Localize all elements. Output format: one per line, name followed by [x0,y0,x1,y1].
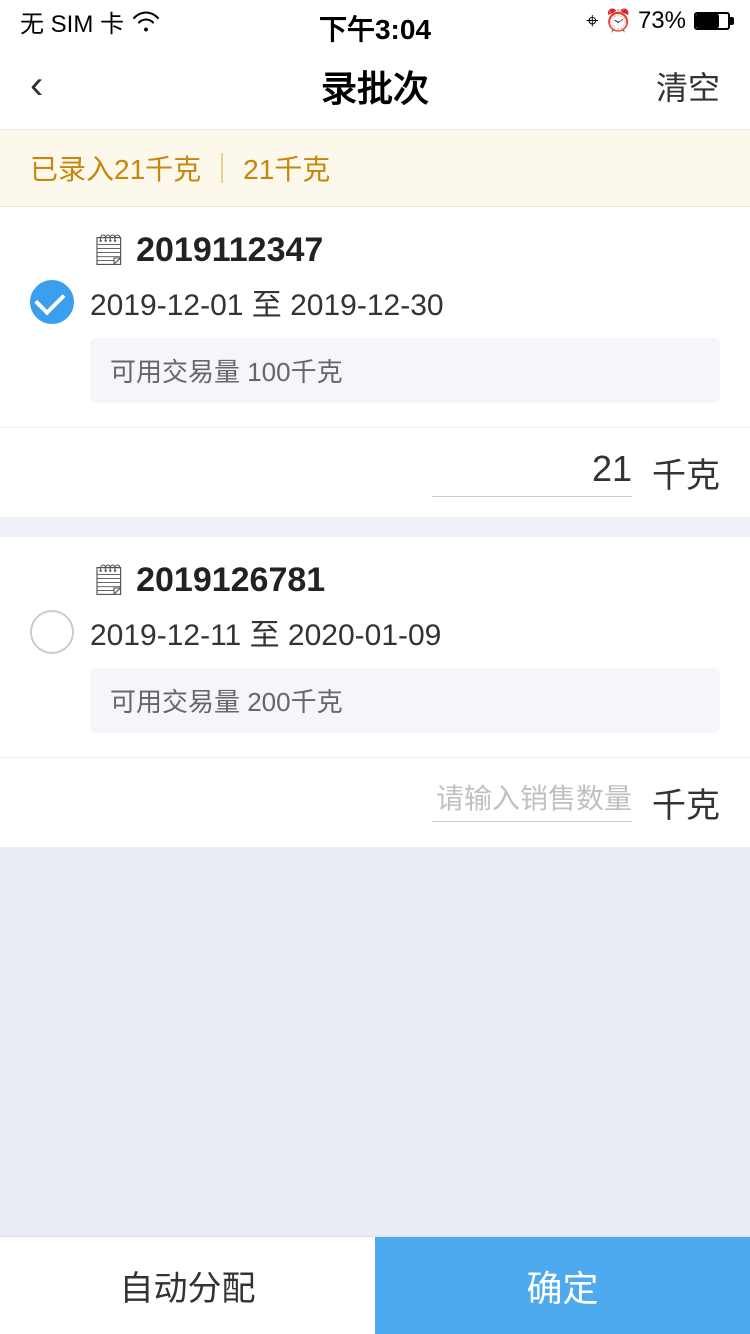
content-area: 已录入21千克 21千克 🗒 2019112347 2019-12-01 至 2… [0,130,750,1267]
batch-card-1: 🗒 2019112347 2019-12-01 至 2019-12-30 可用交… [0,207,750,517]
auto-distribute-button[interactable]: 自动分配 [0,1237,375,1334]
batch-2-unit: 千克 [652,778,720,827]
confirm-label: 确定 [526,1260,598,1312]
batch-2-doc-icon: 🗒 [90,563,128,598]
section-divider [0,517,750,537]
batch-2-quantity-input[interactable] [432,783,632,815]
batch-2-id-row: 🗒 2019126781 [90,561,720,600]
carrier-text: 无 SIM 卡 [20,4,124,39]
batch-1-unit: 千克 [652,448,720,497]
battery-text: 73% [638,7,686,35]
batch-1-quantity-row: 21 千克 [0,427,750,517]
status-bar: 无 SIM 卡 下午3:04 ⌖ ⏰ 73% [0,0,750,42]
page-title: 录批次 [321,60,429,112]
total-label: 21千克 [243,148,330,188]
batch-2-quantity-row: 千克 [0,757,750,847]
batch-1-id: 2019112347 [136,231,323,270]
confirm-button[interactable]: 确定 [375,1237,750,1334]
batch-2-radio[interactable] [30,610,74,654]
batch-2-available: 可用交易量 200千克 [90,668,720,733]
batch-2-id: 2019126781 [136,561,325,600]
batch-1-available: 可用交易量 100千克 [90,338,720,403]
batch-2-date: 2019-12-11 至 2020-01-09 [90,610,441,654]
status-indicators: ⌖ ⏰ 73% [586,7,730,35]
recorded-label: 已录入21千克 [30,148,201,188]
batch-1-radio[interactable] [30,280,74,324]
batch-1-date: 2019-12-01 至 2019-12-30 [90,280,444,324]
info-banner: 已录入21千克 21千克 [0,130,750,207]
banner-divider [221,153,223,183]
clear-button[interactable]: 清空 [656,63,720,109]
auto-distribute-label: 自动分配 [120,1261,256,1310]
bottom-empty-area [0,847,750,1267]
batch-1-quantity-value: 21 [432,448,632,490]
back-button[interactable]: ‹ [20,53,53,118]
footer: 自动分配 确定 [0,1236,750,1334]
batch-1-doc-icon: 🗒 [90,233,128,268]
location-icon: ⌖ [586,8,598,34]
status-time: 下午3:04 [319,8,431,48]
batch-1-quantity-wrapper: 21 [432,448,632,497]
batch-card-2: 🗒 2019126781 2019-12-11 至 2020-01-09 可用交… [0,537,750,847]
nav-bar: ‹ 录批次 清空 [0,42,750,130]
batch-1-date-row[interactable]: 2019-12-01 至 2019-12-30 [30,280,720,324]
batch-2-date-row[interactable]: 2019-12-11 至 2020-01-09 [30,610,720,654]
batch-1-id-row: 🗒 2019112347 [90,231,720,270]
status-carrier: 无 SIM 卡 [20,4,160,39]
battery-icon [694,12,730,30]
batch-2-quantity-wrapper[interactable] [432,783,632,822]
wifi-icon [132,10,160,32]
alarm-icon: ⏰ [605,8,632,34]
